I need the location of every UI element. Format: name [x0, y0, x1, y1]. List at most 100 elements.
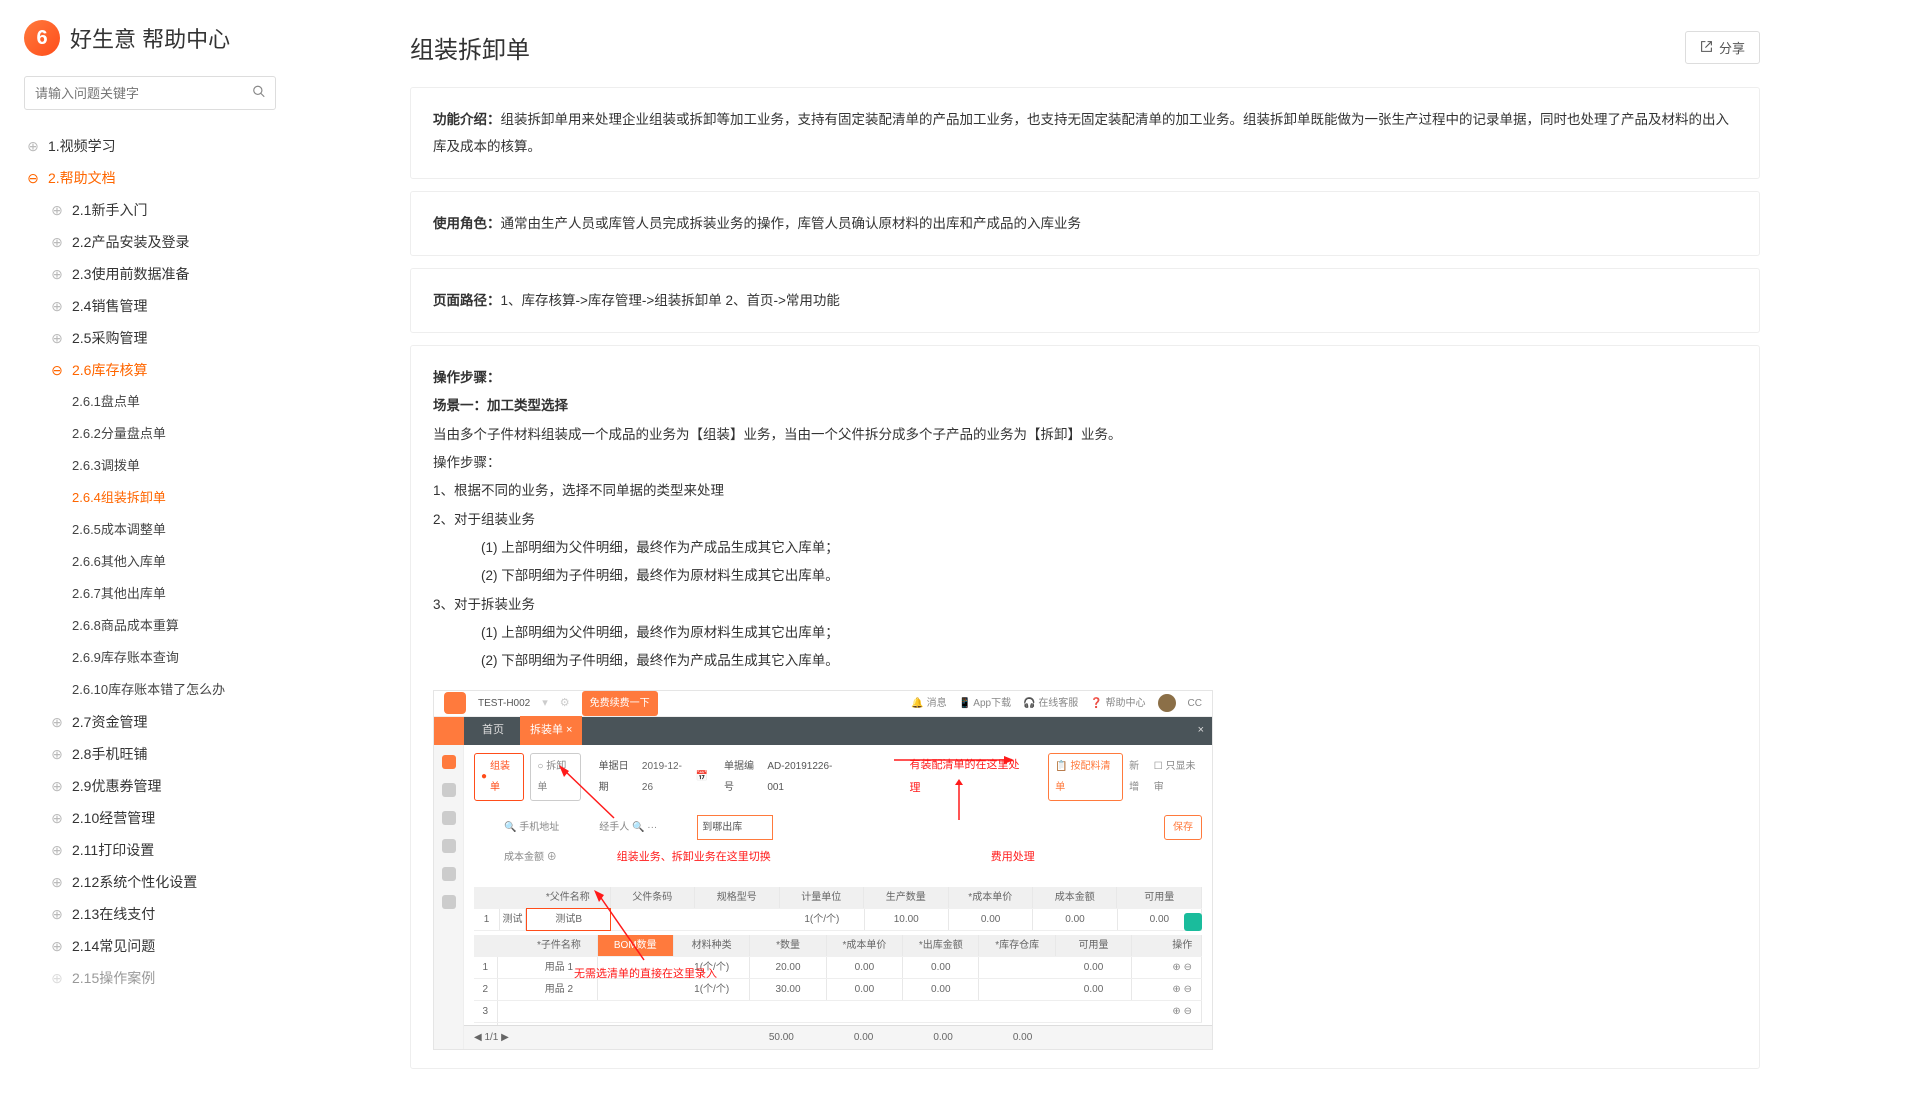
arrow-icon [594, 890, 654, 965]
sidebar: 6 好生意 帮助中心 ⊕1.视频学习 ⊖2.帮助文档 ⊕2.1新手入门 ⊕2.2… [0, 0, 300, 1099]
nav-item-211[interactable]: ⊕2.11打印设置 [24, 834, 276, 866]
nav-item-261[interactable]: 2.6.1盘点单 [24, 386, 276, 418]
expand-icon [1184, 913, 1202, 931]
brand-title: 好生意 帮助中心 [70, 22, 230, 54]
plus-icon: ⊕ [48, 706, 66, 738]
ss-tabbar: 首页 拆装单 × × [464, 717, 1212, 745]
brand-row: 6 好生意 帮助中心 [24, 20, 276, 56]
plus-icon: ⊕ [48, 834, 66, 866]
ops-s41: (1) 上部明细为父件明细，最终作为产成品生成其它入库单； [433, 534, 1737, 562]
ops-scene: 场景一：加工类型选择 [433, 392, 1737, 420]
nav-item-262[interactable]: 2.6.2分量盘点单 [24, 418, 276, 450]
ss-nav-home-icon [434, 717, 464, 745]
ss-footer: ◀ 1/1 ▶ 50.00 0.00 0.00 0.00 [464, 1025, 1212, 1049]
nav-item-263[interactable]: 2.6.3调拨单 [24, 450, 276, 482]
arrow-icon [894, 755, 1014, 765]
nav-item-24[interactable]: ⊕2.4销售管理 [24, 290, 276, 322]
nav-item-265[interactable]: 2.6.5成本调整单 [24, 514, 276, 546]
minus-icon: ⊖ [48, 354, 66, 386]
nav-item-23[interactable]: ⊕2.3使用前数据准备 [24, 258, 276, 290]
nav-item-21[interactable]: ⊕2.1新手入门 [24, 194, 276, 226]
search-input[interactable] [24, 76, 276, 110]
intro-label: 功能介绍： [433, 112, 501, 127]
plus-icon: ⊕ [24, 130, 42, 162]
page-title: 组装拆卸单 [410, 30, 530, 65]
nav-item-28[interactable]: ⊕2.8手机旺铺 [24, 738, 276, 770]
nav-tree: ⊕1.视频学习 ⊖2.帮助文档 ⊕2.1新手入门 ⊕2.2产品安装及登录 ⊕2.… [24, 130, 276, 994]
embedded-screenshot: TEST-H002 ▾ ⚙ 免费续费一下 🔔 消息 📱 App下载 🎧 在线客服… [433, 690, 1213, 1050]
main-content: 组装拆卸单 分享 功能介绍：组装拆卸单用来处理企业组装或拆卸等加工业务，支持有固… [300, 0, 1820, 1099]
role-text: 通常由生产人员或库管人员完成拆装业务的操作，库管人员确认原材料的出库和产成品的入… [501, 216, 1082, 231]
ss-sidebar [434, 745, 464, 1049]
home-icon [442, 755, 456, 769]
nav-item-29[interactable]: ⊕2.9优惠券管理 [24, 770, 276, 802]
plus-icon: ⊕ [48, 738, 66, 770]
box-icon [442, 895, 456, 909]
intro-card: 功能介绍：组装拆卸单用来处理企业组装或拆卸等加工业务，支持有固定装配清单的产品加… [410, 87, 1760, 179]
nav-item-22[interactable]: ⊕2.2产品安装及登录 [24, 226, 276, 258]
ops-s1: 当由多个子件材料组装成一个成品的业务为【组装】业务，当由一个父件拆分成多个子产品… [433, 421, 1737, 449]
arrow-icon [954, 785, 964, 825]
role-label: 使用角色： [433, 216, 501, 231]
share-label: 分享 [1719, 38, 1745, 57]
ss-note3: 费用处理 [991, 846, 1035, 869]
nav-item-268[interactable]: 2.6.8商品成本重算 [24, 610, 276, 642]
nav-item-212[interactable]: ⊕2.12系统个性化设置 [24, 866, 276, 898]
logo-icon: 6 [24, 20, 60, 56]
cart-icon [442, 867, 456, 881]
ss-table1-head: *父件名称 父件条码 规格型号 计量单位 生产数量 *成本单价 成本金额 可用量 [474, 887, 1202, 909]
close-icon: × [1198, 719, 1204, 742]
nav-item-266[interactable]: 2.6.6其他入库单 [24, 546, 276, 578]
arrow-icon [554, 763, 634, 833]
intro-text: 组装拆卸单用来处理企业组装或拆卸等加工业务，支持有固定装配清单的产品加工业务，也… [433, 112, 1729, 154]
nav-item-26[interactable]: ⊖2.6库存核算 [24, 354, 276, 386]
nav-item-267[interactable]: 2.6.7其他出库单 [24, 578, 276, 610]
path-label: 页面路径： [433, 293, 501, 308]
ss-note4: 无需选清单的直接在这里录入 [574, 963, 717, 986]
ss-content: ● 组装单 ○ 拆卸单 单据日期 2019-12-26 📅 单据编号 AD-20… [464, 745, 1212, 1049]
plus-icon: ⊕ [48, 962, 66, 994]
ss-btn-bom: 📋 按配料清单 [1048, 753, 1123, 801]
ss-tab-home: 首页 [472, 716, 514, 745]
bag-icon [442, 811, 456, 825]
nav-item-docs[interactable]: ⊖2.帮助文档 [24, 162, 276, 194]
path-text: 1、库存核算->库存管理->组装拆卸单 2、首页->常用功能 [501, 293, 840, 308]
nav-item-27[interactable]: ⊕2.7资金管理 [24, 706, 276, 738]
nav-item-269[interactable]: 2.6.9库存账本查询 [24, 642, 276, 674]
ss-table1-row: 1 测试 测试B 1(个/个) 10.00 0.00 0.00 0.00 [474, 909, 1202, 931]
title-row: 组装拆卸单 分享 [410, 30, 1760, 65]
nav-item-264[interactable]: 2.6.4组装拆卸单 [24, 482, 276, 514]
ss-topbar: TEST-H002 ▾ ⚙ 免费续费一下 🔔 消息 📱 App下载 🎧 在线客服… [434, 691, 1212, 717]
nav-item-210[interactable]: ⊕2.10经营管理 [24, 802, 276, 834]
ops-s4: 2、对于组装业务 [433, 506, 1737, 534]
ops-section: 操作步骤： 场景一：加工类型选择 当由多个子件材料组装成一个成品的业务为【组装】… [410, 345, 1760, 1069]
nav-item-25[interactable]: ⊕2.5采购管理 [24, 322, 276, 354]
plus-icon: ⊕ [48, 258, 66, 290]
nav-item-214[interactable]: ⊕2.14常见问题 [24, 930, 276, 962]
ss-note2: 组装业务、拆卸业务在这里切换 [617, 846, 771, 869]
plus-icon: ⊕ [48, 770, 66, 802]
plus-icon: ⊕ [48, 930, 66, 962]
ss-tab-current: 拆装单 × [520, 716, 582, 745]
plus-icon: ⊕ [48, 226, 66, 258]
plus-icon: ⊕ [48, 322, 66, 354]
path-card: 页面路径：1、库存核算->库存管理->组装拆卸单 2、首页->常用功能 [410, 268, 1760, 333]
share-button[interactable]: 分享 [1685, 31, 1760, 64]
avatar-icon [1158, 694, 1176, 712]
ops-s42: (2) 下部明细为子件明细，最终作为原材料生成其它出库单。 [433, 562, 1737, 590]
ops-title: 操作步骤： [433, 364, 1737, 392]
nav-item-2610[interactable]: 2.6.10库存账本错了怎么办 [24, 674, 276, 706]
nav-item-video[interactable]: ⊕1.视频学习 [24, 130, 276, 162]
nav-item-213[interactable]: ⊕2.13在线支付 [24, 898, 276, 930]
minus-icon: ⊖ [24, 162, 42, 194]
plus-icon: ⊕ [48, 802, 66, 834]
ss-table2-head: *子件名称 BOM数量 材料种类 *数量 *成本单价 *出库金额 *库存仓库 可… [474, 935, 1202, 957]
menu-icon [442, 783, 456, 797]
ops-s2: 操作步骤： [433, 449, 1737, 477]
ss-logo-icon [444, 692, 466, 714]
share-icon [1700, 40, 1713, 56]
ss-top-right: 🔔 消息 📱 App下载 🎧 在线客服 ❓ 帮助中心 CC [911, 693, 1202, 714]
ss-nav: 首页 拆装单 × × [434, 717, 1212, 745]
nav-item-215[interactable]: ⊕2.15操作案例 [24, 962, 276, 994]
ss-radio-assemble: ● 组装单 [474, 753, 524, 801]
